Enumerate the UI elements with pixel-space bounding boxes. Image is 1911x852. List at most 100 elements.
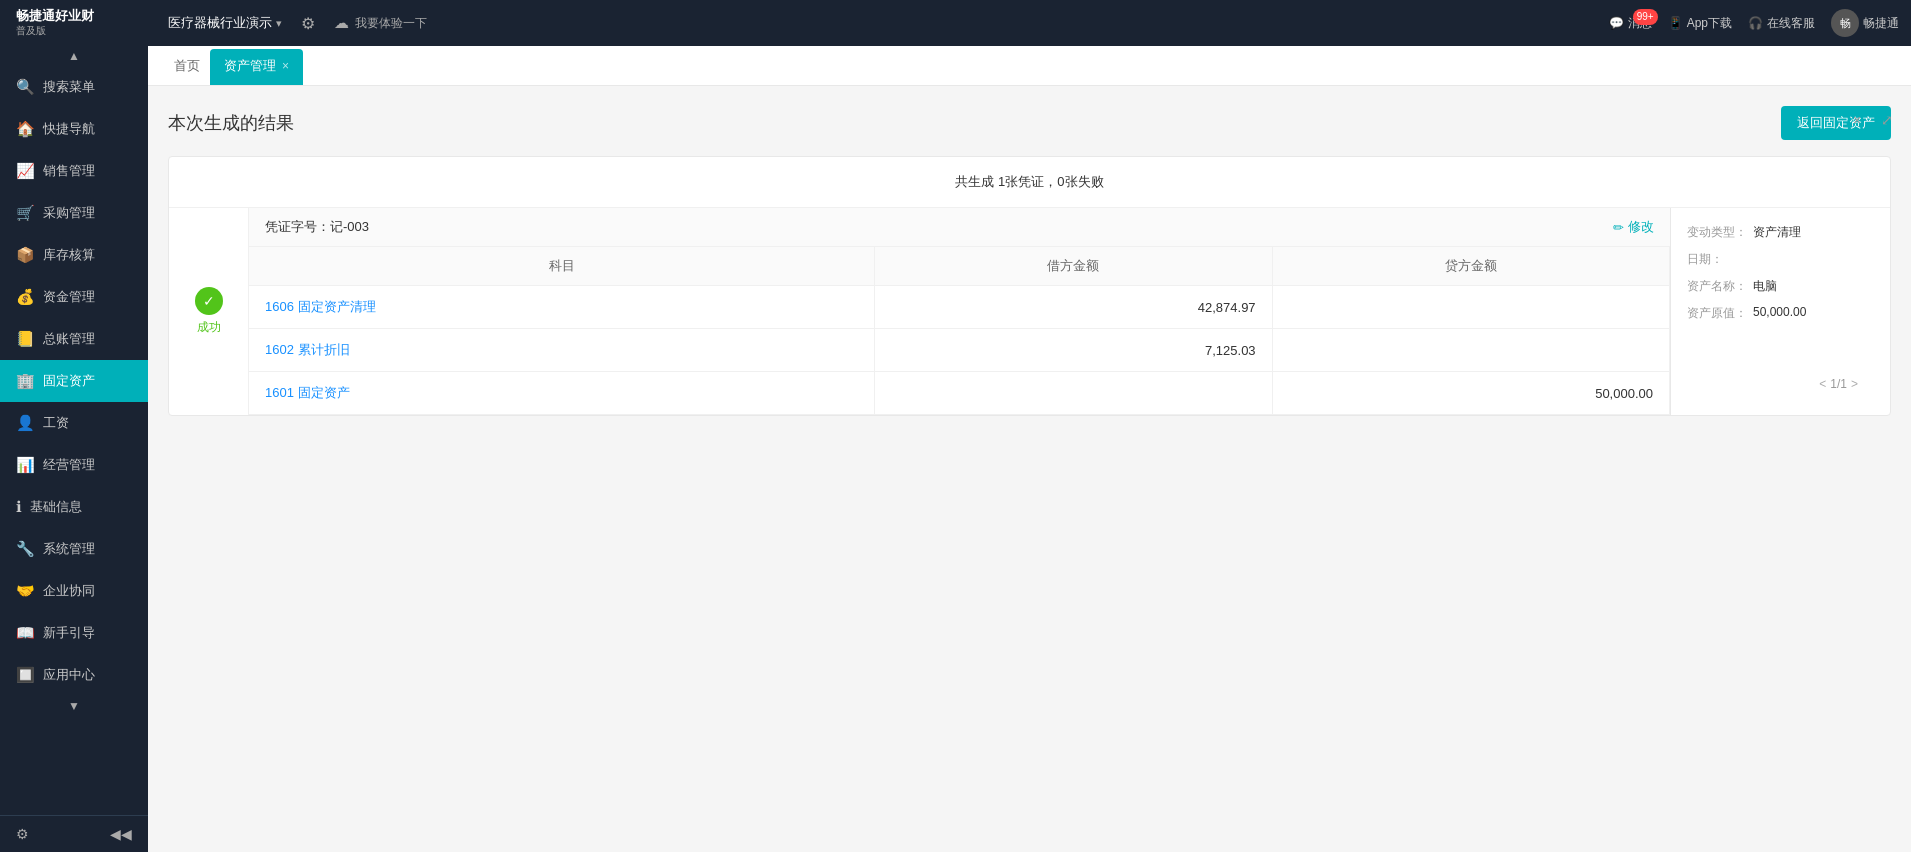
message-badge: 99+ bbox=[1633, 9, 1658, 25]
subject-cell: 1602 累计折旧 bbox=[249, 329, 875, 372]
success-icon: ✓ bbox=[195, 287, 223, 315]
change-type-value: 资产清理 bbox=[1753, 224, 1801, 241]
funds-icon: 💰 bbox=[16, 288, 35, 306]
settings-icon[interactable]: ⚙ bbox=[294, 9, 322, 37]
sidebar-label-operations: 经营管理 bbox=[43, 456, 95, 474]
tab-close-icon[interactable]: × bbox=[282, 59, 289, 73]
voucher-header: 凭证字号：记-003 ✏ 修改 bbox=[249, 208, 1670, 247]
home-icon: 🏠 bbox=[16, 120, 35, 138]
user-menu[interactable]: 畅 畅捷通 bbox=[1831, 9, 1899, 37]
sidebar-label-payroll: 工资 bbox=[43, 414, 69, 432]
header-middle: 医疗器械行业演示 ▾ ⚙ ☁ 我要体验一下 bbox=[160, 9, 1609, 37]
sidebar-item-guide[interactable]: 📖 新手引导 bbox=[0, 612, 148, 654]
sidebar-label-system: 系统管理 bbox=[43, 540, 95, 558]
page-header-row: 本次生成的结果 返回固定资产 bbox=[168, 106, 1891, 140]
experience-label: 我要体验一下 bbox=[355, 15, 427, 32]
debit-cell: 7,125.03 bbox=[875, 329, 1272, 372]
sidebar-label-ledger: 总账管理 bbox=[43, 330, 95, 348]
search-icon: 🔍 bbox=[16, 78, 35, 96]
credit-cell bbox=[1272, 286, 1669, 329]
result-summary: 共生成 1张凭证，0张失败 bbox=[169, 157, 1890, 208]
subject-cell: 1601 固定资产 bbox=[249, 372, 875, 415]
experience-button[interactable]: ☁ 我要体验一下 bbox=[334, 14, 427, 32]
chevron-down-icon: ▾ bbox=[276, 17, 282, 30]
app-center-icon: 🔲 bbox=[16, 666, 35, 684]
sidebar: ▲ 🔍 搜索菜单 🏠 快捷导航 📈 销售管理 🛒 采购管理 📦 库存核算 💰 资… bbox=[0, 46, 148, 852]
credit-cell: 50,000.00 bbox=[1272, 372, 1669, 415]
asset-name-value: 电脑 bbox=[1753, 278, 1777, 295]
prev-page-button[interactable]: < bbox=[1819, 377, 1826, 391]
sidebar-label-guide: 新手引导 bbox=[43, 624, 95, 642]
sidebar-footer: ⚙ ◀◀ bbox=[0, 815, 148, 852]
change-type-label: 变动类型： bbox=[1687, 224, 1747, 241]
header-right: 💬 消息 99+ 📱 App下载 🎧 在线客服 畅 畅捷通 bbox=[1609, 9, 1899, 37]
expand-panel-button[interactable]: ⤢ bbox=[1875, 108, 1899, 132]
info-original-value: 资产原值： 50,000.00 bbox=[1687, 305, 1874, 322]
sidebar-label-search: 搜索菜单 bbox=[43, 78, 95, 96]
sidebar-item-app-center[interactable]: 🔲 应用中心 bbox=[0, 654, 148, 696]
sidebar-item-sales[interactable]: 📈 销售管理 bbox=[0, 150, 148, 192]
sidebar-collapse-icon[interactable]: ◀◀ bbox=[110, 826, 132, 842]
purchase-icon: 🛒 bbox=[16, 204, 35, 222]
col-header-credit: 贷方金额 bbox=[1272, 247, 1669, 286]
operations-icon: 📊 bbox=[16, 456, 35, 474]
original-value-value: 50,000.00 bbox=[1753, 305, 1806, 322]
sidebar-item-ledger[interactable]: 📒 总账管理 bbox=[0, 318, 148, 360]
checkmark-icon: ✓ bbox=[203, 293, 215, 309]
sidebar-scroll-up[interactable]: ▲ bbox=[0, 46, 148, 66]
customer-service-label: 在线客服 bbox=[1767, 15, 1815, 32]
sidebar-item-company-collab[interactable]: 🤝 企业协同 bbox=[0, 570, 148, 612]
page-indicator: 1/1 bbox=[1830, 377, 1847, 391]
edit-label: 修改 bbox=[1628, 218, 1654, 236]
sidebar-item-search[interactable]: 🔍 搜索菜单 bbox=[0, 66, 148, 108]
table-row: 1601 固定资产 50,000.00 bbox=[249, 372, 1670, 415]
logo-title: 畅捷通好业财 bbox=[16, 8, 94, 24]
app-download-label: App下载 bbox=[1687, 15, 1732, 32]
headset-icon: 🎧 bbox=[1748, 16, 1763, 30]
message-button[interactable]: 💬 消息 99+ bbox=[1609, 15, 1652, 32]
customer-service-button[interactable]: 🎧 在线客服 bbox=[1748, 15, 1815, 32]
sidebar-item-funds[interactable]: 💰 资金管理 bbox=[0, 276, 148, 318]
info-asset-name: 资产名称： 电脑 bbox=[1687, 278, 1874, 295]
voucher-section: ✓ 成功 凭证字号：记-003 ✏ 修改 bbox=[169, 208, 1890, 415]
sidebar-label-app-center: 应用中心 bbox=[43, 666, 95, 684]
top-header: 畅捷通好业财 普及版 医疗器械行业演示 ▾ ⚙ ☁ 我要体验一下 💬 消息 99… bbox=[0, 0, 1911, 46]
sidebar-settings-icon[interactable]: ⚙ bbox=[16, 826, 29, 842]
company-name: 医疗器械行业演示 bbox=[168, 14, 272, 32]
info-date: 日期： bbox=[1687, 251, 1874, 268]
edit-icon: ✏ bbox=[1613, 220, 1624, 235]
sidebar-item-fixed-assets[interactable]: 🏢 固定资产 bbox=[0, 360, 148, 402]
logo-area: 畅捷通好业财 普及版 bbox=[12, 8, 160, 38]
sidebar-item-inventory[interactable]: 📦 库存核算 bbox=[0, 234, 148, 276]
sidebar-item-purchase[interactable]: 🛒 采购管理 bbox=[0, 192, 148, 234]
tab-asset-management[interactable]: 资产管理 × bbox=[210, 49, 303, 85]
app-download-button[interactable]: 📱 App下载 bbox=[1668, 15, 1732, 32]
sales-icon: 📈 bbox=[16, 162, 35, 180]
sidebar-item-basic-info[interactable]: ℹ 基础信息 bbox=[0, 486, 148, 528]
sidebar-item-payroll[interactable]: 👤 工资 bbox=[0, 402, 148, 444]
col-header-debit: 借方金额 bbox=[875, 247, 1272, 286]
tab-home-label: 首页 bbox=[174, 57, 200, 75]
voucher-edit-button[interactable]: ✏ 修改 bbox=[1613, 218, 1654, 236]
fixed-assets-icon: 🏢 bbox=[16, 372, 35, 390]
voucher-status-cell: ✓ 成功 bbox=[169, 208, 249, 415]
side-info: 变动类型： 资产清理 日期： 资产名称： 电脑 资产原值： bbox=[1670, 208, 1890, 415]
col-header-subject: 科目 bbox=[249, 247, 875, 286]
tab-home[interactable]: 首页 bbox=[164, 49, 210, 85]
close-panel-button[interactable]: × bbox=[1845, 108, 1869, 132]
pagination: < 1/1 > bbox=[1687, 369, 1874, 399]
company-selector[interactable]: 医疗器械行业演示 ▾ bbox=[168, 14, 282, 32]
sidebar-item-operations[interactable]: 📊 经营管理 bbox=[0, 444, 148, 486]
next-page-button[interactable]: > bbox=[1851, 377, 1858, 391]
sidebar-label-inventory: 库存核算 bbox=[43, 246, 95, 264]
table-row: 1606 固定资产清理42,874.97 bbox=[249, 286, 1670, 329]
user-name: 畅捷通 bbox=[1863, 15, 1899, 32]
sidebar-item-system[interactable]: 🔧 系统管理 bbox=[0, 528, 148, 570]
sidebar-label-sales: 销售管理 bbox=[43, 162, 95, 180]
sidebar-item-quick-nav[interactable]: 🏠 快捷导航 bbox=[0, 108, 148, 150]
sidebar-label-fixed-assets: 固定资产 bbox=[43, 372, 95, 390]
voucher-no: 凭证字号：记-003 bbox=[265, 218, 369, 236]
cloud-icon: ☁ bbox=[334, 14, 349, 32]
table-row: 1602 累计折旧7,125.03 bbox=[249, 329, 1670, 372]
sidebar-scroll-down[interactable]: ▼ bbox=[0, 696, 148, 716]
